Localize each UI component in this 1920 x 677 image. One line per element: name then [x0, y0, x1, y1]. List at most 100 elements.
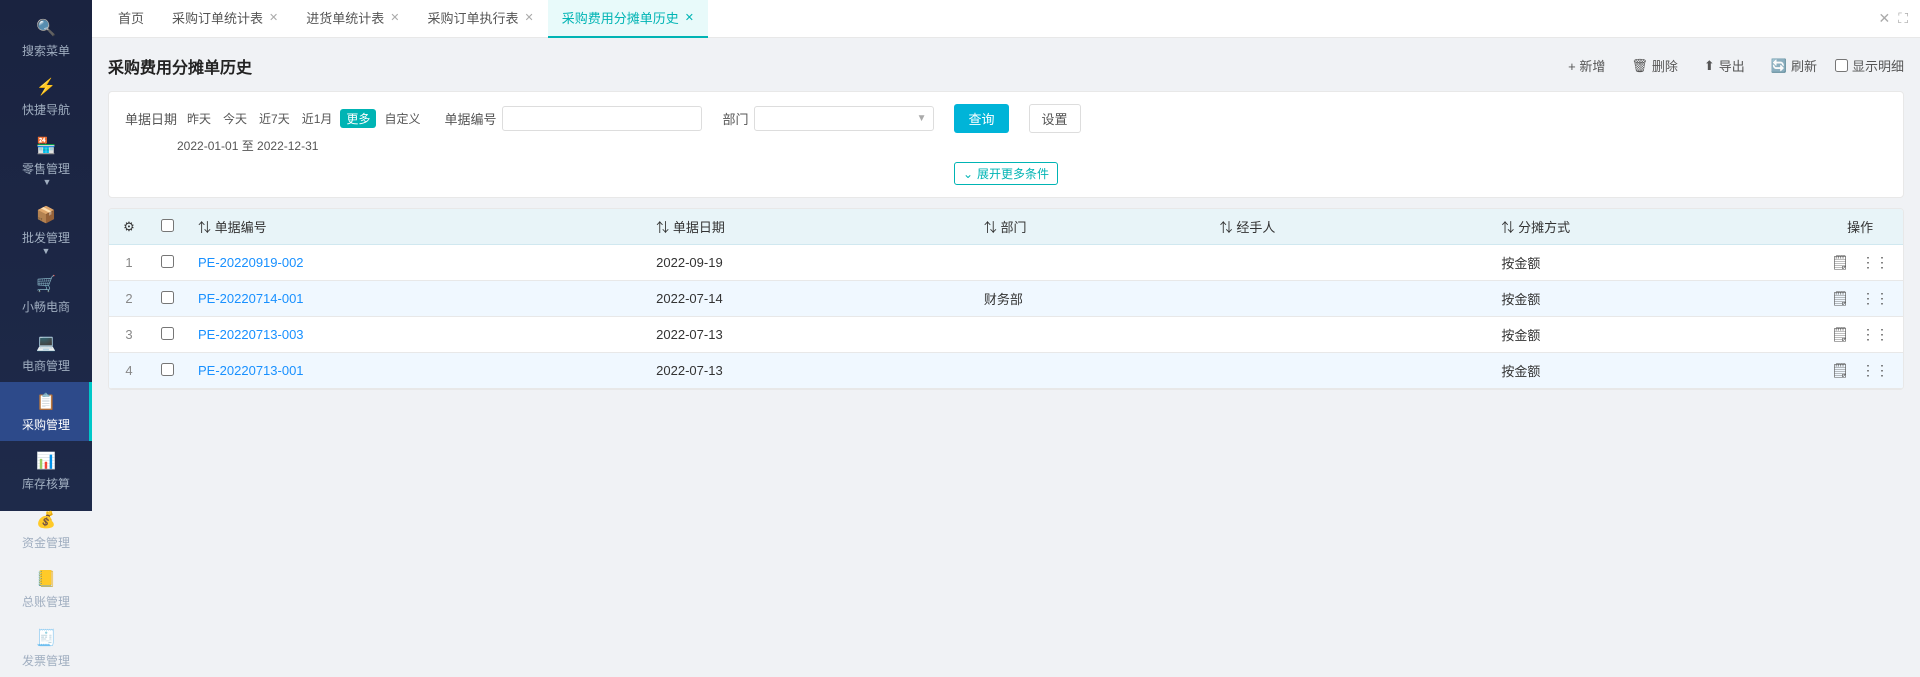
docno-input[interactable]: [502, 106, 702, 131]
row-doc-date: 2022-07-13: [644, 353, 972, 389]
delete-button[interactable]: 🗑 删除: [1623, 52, 1686, 79]
sidebar-item-retail[interactable]: 🏪 零售管理 ▼: [0, 126, 92, 195]
row-checkbox[interactable]: [161, 255, 174, 268]
view-icon-btn[interactable]: 🗒: [1829, 252, 1851, 273]
more-icon-btn[interactable]: ⋮⋮: [1859, 324, 1891, 345]
row-doc-no: PE-20220713-003: [186, 317, 644, 353]
sidebar-item-ecom[interactable]: 💻 电商管理: [0, 323, 92, 382]
row-split-method: 按金额: [1489, 317, 1817, 353]
table-row: 1 PE-20220919-002 2022-09-19 按金额: [109, 245, 1903, 281]
purchase-icon: 📋: [36, 392, 56, 412]
sidebar-item-label: 库存核算: [22, 475, 70, 492]
doc-no-link[interactable]: PE-20220713-003: [198, 327, 304, 342]
row-actions: 🗒 ⋮⋮: [1817, 317, 1903, 353]
shortcut-1month[interactable]: 近1月: [298, 109, 337, 128]
close-icon[interactable]: ✕: [525, 11, 534, 24]
tab-purchase-exec[interactable]: 采购订单执行表 ✕: [413, 0, 547, 38]
row-doc-date: 2022-07-14: [644, 281, 972, 317]
tab-purchase-fee-history[interactable]: 采购费用分摊单历史 ✕: [548, 0, 708, 38]
shortcut-more[interactable]: 更多: [340, 109, 376, 128]
doc-no-link[interactable]: PE-20220713-001: [198, 363, 304, 378]
sidebar-item-label: 搜索菜单: [22, 42, 70, 59]
shortcut-custom[interactable]: 自定义: [380, 109, 424, 128]
shortcut-7days[interactable]: 近7天: [255, 109, 294, 128]
sidebar-item-purchase[interactable]: 📋 采购管理: [0, 382, 92, 441]
show-cols-input[interactable]: [1835, 59, 1848, 72]
tab-label: 采购费用分摊单历史: [562, 8, 679, 27]
chevron-down-icon: ⌄: [963, 167, 973, 181]
row-checkbox-cell: [149, 245, 186, 281]
row-split-method: 按金额: [1489, 245, 1817, 281]
th-doc-date: ⇅ 单据日期: [644, 209, 972, 245]
dept-select-wrapper: ▼: [754, 106, 934, 131]
query-button[interactable]: 查询: [954, 104, 1008, 133]
row-num: 1: [109, 245, 149, 281]
shortcut-today[interactable]: 今天: [219, 109, 251, 128]
select-all-checkbox[interactable]: [161, 219, 174, 232]
tab-label: 进货单统计表: [306, 8, 384, 27]
more-icon-btn[interactable]: ⋮⋮: [1859, 360, 1891, 381]
row-doc-no: PE-20220919-002: [186, 245, 644, 281]
header-actions: + 新增 🗑 删除 ⬆ 导出 🔄 刷新 显示明细: [1560, 52, 1904, 79]
sidebar-item-search[interactable]: 🔍 搜索菜单: [0, 8, 92, 67]
add-button[interactable]: + 新增: [1560, 52, 1613, 79]
inventory-icon: 📊: [36, 451, 56, 471]
page-title: 采购费用分摊单历史: [108, 54, 252, 78]
gear-icon[interactable]: ⚙: [123, 219, 135, 234]
view-icon-btn[interactable]: 🗒: [1829, 324, 1851, 345]
filter-bar: 单据日期 昨天 今天 近7天 近1月 更多 自定义 单据编号: [108, 91, 1904, 198]
th-actions: 操作: [1817, 209, 1903, 245]
date-range-display: 2022-01-01 至 2022-12-31: [177, 139, 318, 153]
row-checkbox[interactable]: [161, 327, 174, 340]
sidebar-item-ecom-small[interactable]: 🛒 小畅电商: [0, 264, 92, 323]
dept-select[interactable]: [754, 106, 934, 131]
close-icon[interactable]: ✕: [685, 11, 694, 24]
sort-icon: ⇅: [656, 220, 669, 235]
th-gear[interactable]: ⚙: [109, 209, 149, 245]
tab-label: 采购订单统计表: [172, 8, 263, 27]
sidebar-item-wholesale[interactable]: 📦 批发管理 ▼: [0, 195, 92, 264]
sidebar-item-inventory[interactable]: 📊 库存核算: [0, 441, 92, 500]
row-checkbox[interactable]: [161, 291, 174, 304]
sidebar-item-finance[interactable]: 💰 资金管理: [0, 500, 92, 559]
sidebar: 🔍 搜索菜单 ⚡ 快捷导航 🏪 零售管理 ▼ 📦 批发管理 ▼ 🛒 小畅电商 💻…: [0, 0, 92, 511]
tab-home-label: 首页: [118, 8, 144, 27]
doc-no-link[interactable]: PE-20220919-002: [198, 255, 304, 270]
close-icon[interactable]: ✕: [269, 11, 278, 24]
sidebar-item-invoice[interactable]: 🧾 发票管理: [0, 618, 92, 677]
shortcut-yesterday[interactable]: 昨天: [183, 109, 215, 128]
tab-close-all-icon[interactable]: ✕: [1878, 10, 1890, 27]
more-icon-btn[interactable]: ⋮⋮: [1859, 288, 1891, 309]
more-icon-btn[interactable]: ⋮⋮: [1859, 252, 1891, 273]
row-split-method: 按金额: [1489, 353, 1817, 389]
data-table: ⚙ ⇅ 单据编号 ⇅ 单据日期: [109, 209, 1903, 389]
view-icon-btn[interactable]: 🗒: [1829, 360, 1851, 381]
doc-no-link[interactable]: PE-20220714-001: [198, 291, 304, 306]
docno-label: 单据编号: [444, 109, 496, 128]
tab-maximize-icon[interactable]: ⛶: [1898, 10, 1908, 27]
sort-icon: ⇅: [1220, 220, 1233, 235]
wholesale-icon: 📦: [36, 205, 56, 225]
th-checkbox[interactable]: [149, 209, 186, 245]
refresh-icon: 🔄: [1771, 58, 1787, 74]
sidebar-item-label: 小畅电商: [22, 298, 70, 315]
refresh-button[interactable]: 🔄 刷新: [1763, 52, 1825, 79]
tab-inbound-stats[interactable]: 进货单统计表 ✕: [292, 0, 413, 38]
tab-purchase-order-stats[interactable]: 采购订单统计表 ✕: [158, 0, 292, 38]
invoice-icon: 🧾: [36, 628, 56, 648]
export-button[interactable]: ⬆ 导出: [1696, 52, 1753, 79]
sidebar-item-quicknav[interactable]: ⚡ 快捷导航: [0, 67, 92, 126]
expand-conditions-button[interactable]: ⌄ 展开更多条件: [954, 162, 1058, 185]
view-icon-btn[interactable]: 🗒: [1829, 288, 1851, 309]
th-dept: ⇅ 部门: [972, 209, 1208, 245]
show-cols-checkbox[interactable]: 显示明细: [1835, 56, 1904, 75]
tab-home[interactable]: 首页: [104, 0, 158, 38]
row-checkbox[interactable]: [161, 363, 174, 376]
sort-icon: ⇅: [198, 220, 211, 235]
row-handler: [1208, 317, 1490, 353]
close-icon[interactable]: ✕: [390, 11, 399, 24]
sidebar-item-ledger[interactable]: 📒 总账管理: [0, 559, 92, 618]
retail-icon: 🏪: [36, 136, 56, 156]
settings-button[interactable]: 设置: [1029, 104, 1081, 133]
page-header: 采购费用分摊单历史 + 新增 🗑 删除 ⬆ 导出 🔄 刷新 显示明细: [108, 52, 1904, 79]
